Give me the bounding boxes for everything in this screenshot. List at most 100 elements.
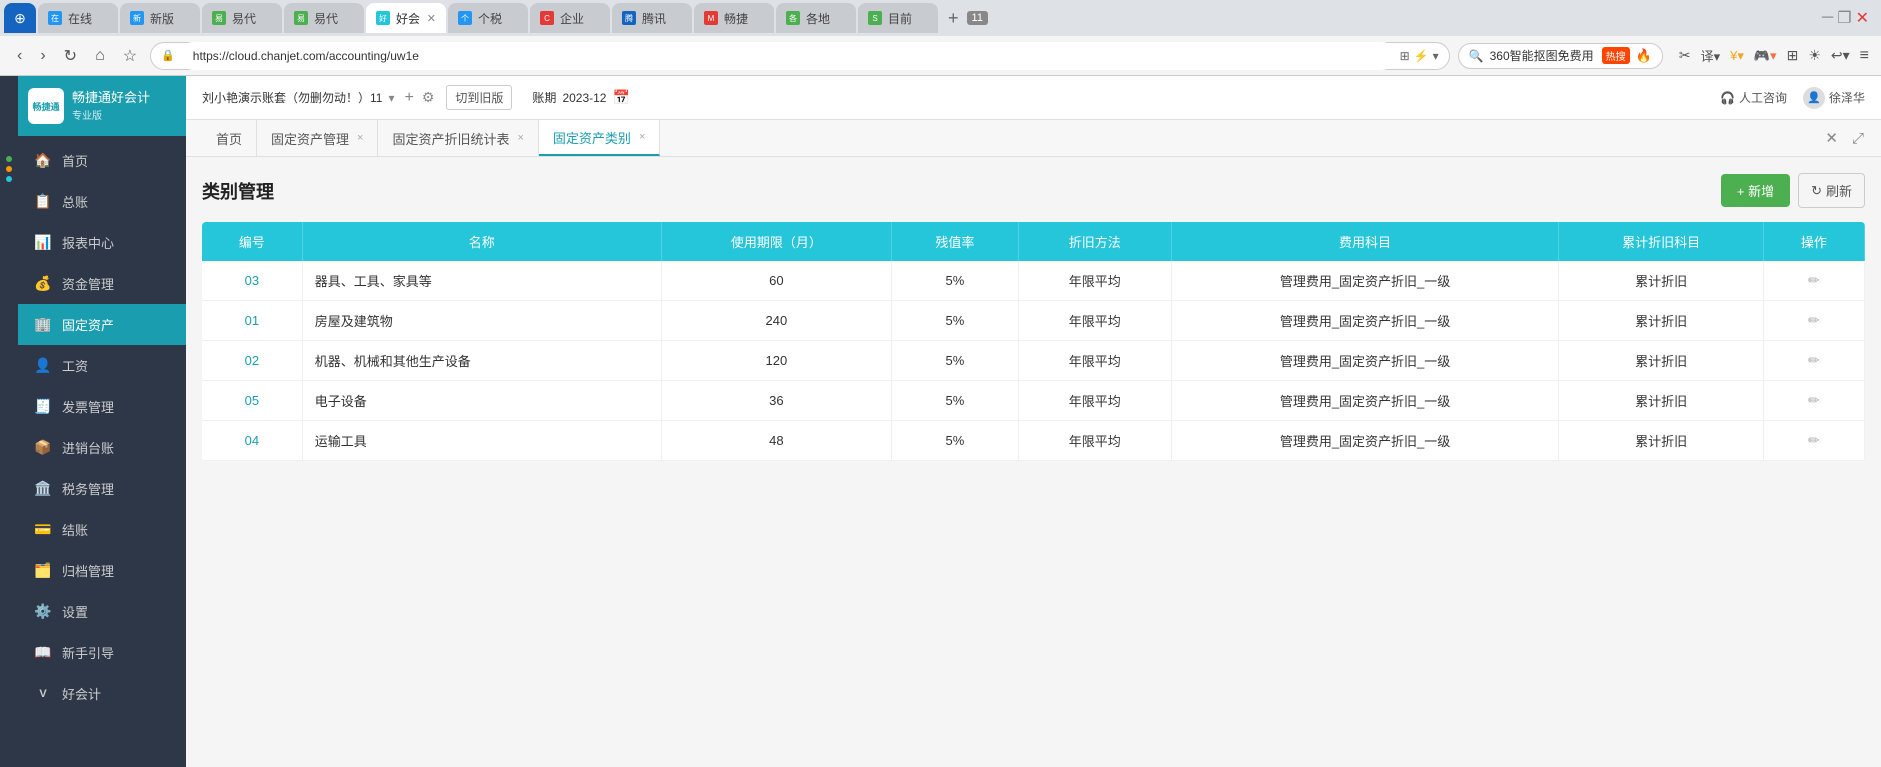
tab-close-asset-mgmt[interactable]: × [357,132,363,144]
wallet-icon[interactable]: ¥▾ [1730,48,1744,64]
search-box[interactable]: 🔍 360智能抠图免费用 热搜 🔥 [1458,43,1663,69]
menu-icon[interactable]: ≡ [1860,47,1869,65]
sidebar-item-inventory[interactable]: 📦 进销台账 [18,427,186,468]
service-label: 人工咨询 [1739,89,1787,106]
row3-period: 36 [661,381,891,421]
settings-gear-icon[interactable]: ⚙ [422,89,435,106]
edit-icon-row1[interactable]: ✏ [1808,312,1820,328]
sidebar-item-home[interactable]: 🏠 首页 [18,140,186,181]
row0-method: 年限平均 [1018,261,1171,301]
page-title: 类别管理 [202,178,274,204]
window-controls-browser: ─ ❐ ✕ [1822,8,1877,28]
sidebar-item-tax[interactable]: 🏛️ 税务管理 [18,468,186,509]
sidebar-item-assets[interactable]: 🏢 固定资产 [18,304,186,345]
sidebar-item-settlement[interactable]: 💳 结账 [18,509,186,550]
refresh-btn[interactable]: ↻ 刷新 [1798,173,1865,208]
tab-close-haohui[interactable]: ✕ [427,12,436,25]
sidebar-item-reports[interactable]: 📊 报表中心 [18,222,186,263]
row4-action[interactable]: ✏ [1763,421,1864,461]
add-btn[interactable]: + [405,89,414,107]
sidebar-item-invoice[interactable]: 🧾 发票管理 [18,386,186,427]
panel-maximize-btn[interactable]: ⤢ [1847,128,1869,149]
header-bar: 刘小艳演示账套（勿删勿动！）11 ▾ + ⚙ 切到旧版 账期 2023-12 📅… [186,76,1881,120]
tab-yidai1[interactable]: 易 易代 [202,3,282,33]
device-icon: ⊞ [1400,49,1410,63]
back-btn[interactable]: ‹ [12,45,27,67]
forward-btn[interactable]: › [35,45,50,67]
period-info: 账期 2023-12 📅 [532,89,630,106]
translate-icon[interactable]: 译▾ [1701,46,1721,65]
tab-icon-geshui: 个 [458,11,472,25]
tab-changjie[interactable]: M 畅捷 [694,3,774,33]
tab-icon-changjie: M [704,11,718,25]
dropdown-icon[interactable]: ▾ [1433,49,1439,63]
tab-icon-gedi: 各 [786,11,800,25]
tab-geshui[interactable]: 个 个税 [448,3,528,33]
row0-action[interactable]: ✏ [1763,261,1864,301]
row2-action[interactable]: ✏ [1763,341,1864,381]
panel-close-btn[interactable]: ✕ [1820,127,1843,149]
home-btn[interactable]: ⌂ [90,45,110,67]
undo-icon[interactable]: ↩▾ [1831,47,1850,64]
calendar-icon[interactable]: 📅 [612,89,629,106]
reload-btn[interactable]: ↻ [59,44,82,68]
game-icon[interactable]: 🎮▾ [1754,48,1777,64]
add-category-btn[interactable]: + 新增 [1721,174,1790,207]
page-tabs-area: 首页 固定资产管理 × 固定资产折旧统计表 × 固定资产类别 × [186,120,1820,156]
strip-dot-2 [6,166,12,172]
logo-subtitle: 专业版 [72,107,150,122]
address-input[interactable] [179,42,1396,70]
version-switch-btn[interactable]: 切到旧版 [446,85,512,110]
tab-close-asset-category[interactable]: × [639,131,645,143]
sun-icon[interactable]: ☀ [1808,47,1821,64]
row3-action[interactable]: ✏ [1763,381,1864,421]
address-bar-input-wrapper[interactable]: 🔒 ⊞ ⚡ ▾ [150,42,1450,70]
tab-close-depreciation-table[interactable]: × [517,132,523,144]
table-row: 03 器具、工具、家具等 60 5% 年限平均 管理费用_固定资产折旧_一级 累… [202,261,1865,301]
new-tab-btn[interactable]: + [944,6,963,31]
th-period: 使用期限（月） [661,222,891,261]
tab-zaixian[interactable]: 在 在线 [38,3,118,33]
tab-yidai2[interactable]: 易 易代 [284,3,364,33]
sidebar-item-funds[interactable]: 💰 资金管理 [18,263,186,304]
main-panel: 刘小艳演示账套（勿删勿动！）11 ▾ + ⚙ 切到旧版 账期 2023-12 📅… [186,76,1881,767]
tab-muqian[interactable]: S 目前 [858,3,938,33]
edit-icon-row0[interactable]: ✏ [1808,272,1820,288]
star-btn[interactable]: ☆ [118,44,142,68]
tab-asset-category[interactable]: 固定资产类别 × [539,120,660,156]
tab-xinban[interactable]: 新 新版 [120,3,200,33]
strip-dot-1 [6,156,12,162]
user-avatar[interactable]: 👤 徐泽华 [1803,87,1865,109]
sidebar-item-guide[interactable]: 📖 新手引导 [18,632,186,673]
sidebar-item-archive[interactable]: 🗂️ 归档管理 [18,550,186,591]
row3-code: 05 [202,381,302,421]
ledger-icon: 📋 [34,193,52,211]
tab-gedi[interactable]: 各 各地 [776,3,856,33]
tab-haohui[interactable]: 好 好会 ✕ [366,3,446,33]
edit-icon-row4[interactable]: ✏ [1808,432,1820,448]
edit-icon-row2[interactable]: ✏ [1808,352,1820,368]
sidebar-label-settlement: 结账 [62,520,88,539]
row1-expense: 管理费用_固定资产折旧_一级 [1171,301,1559,341]
tab-homepage[interactable]: 首页 [202,120,257,156]
sidebar-item-version[interactable]: V 好会计 [18,673,186,714]
sidebar-item-payroll[interactable]: 👤 工资 [18,345,186,386]
grid-icon[interactable]: ⊞ [1787,47,1799,64]
browser-close[interactable]: ✕ [1856,8,1869,28]
tab-depreciation-table[interactable]: 固定资产折旧统计表 × [378,120,538,156]
user-dropdown-icon[interactable]: ▾ [388,91,394,105]
tab-icon-xinban: 新 [130,11,144,25]
sidebar-item-settings[interactable]: ⚙️ 设置 [18,591,186,632]
cut-icon[interactable]: ✂ [1679,47,1691,64]
tab-asset-mgmt[interactable]: 固定资产管理 × [257,120,378,156]
service-btn[interactable]: 🎧 人工咨询 [1720,89,1787,106]
main-content: 类别管理 + 新增 ↻ 刷新 编号 名称 使用期限（月） 残值率 [186,157,1881,767]
row1-action[interactable]: ✏ [1763,301,1864,341]
browser-restore[interactable]: ❐ [1837,8,1851,28]
browser-minimize[interactable]: ─ [1822,9,1833,27]
logo-text-wrapper: 畅捷通好会计 专业版 [72,90,150,122]
tab-tengxun[interactable]: 腾 腾讯 [612,3,692,33]
sidebar-item-ledger[interactable]: 📋 总账 [18,181,186,222]
edit-icon-row3[interactable]: ✏ [1808,392,1820,408]
tab-qiye[interactable]: C 企业 [530,3,610,33]
